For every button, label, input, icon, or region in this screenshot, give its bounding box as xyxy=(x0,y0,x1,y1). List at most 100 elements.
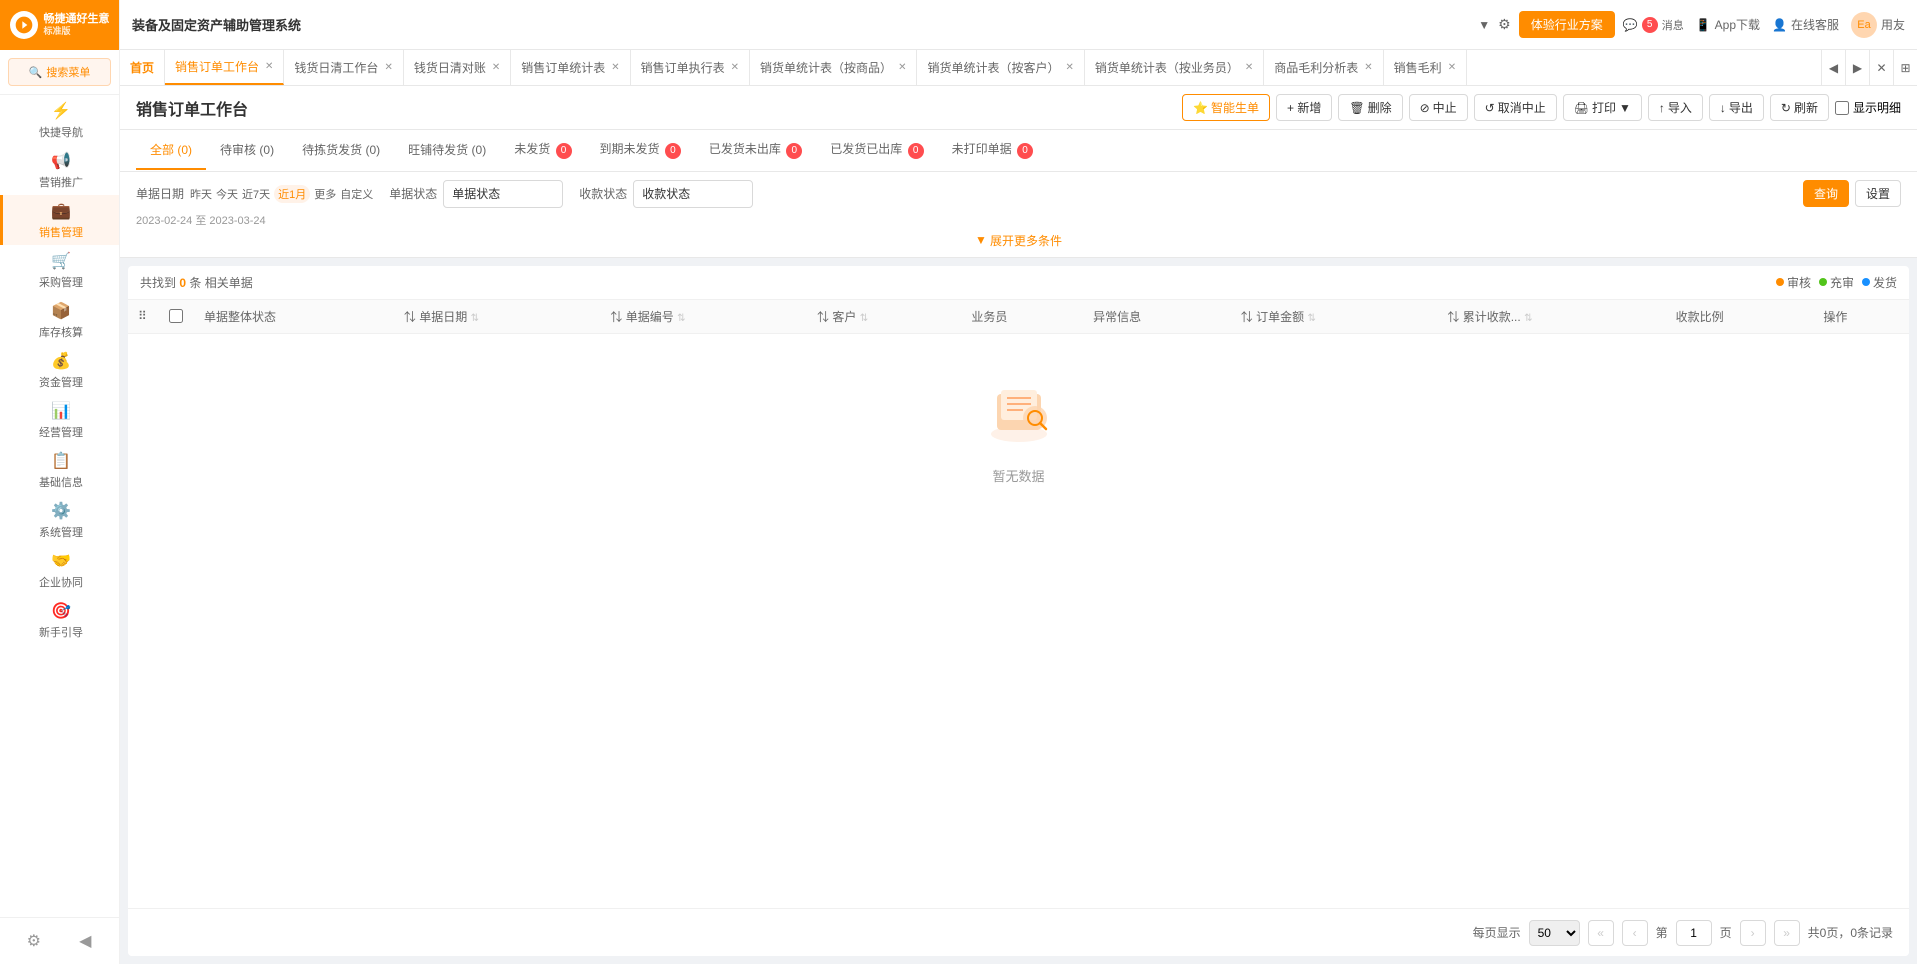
first-page-button[interactable]: « xyxy=(1588,920,1614,946)
sidebar-item-inventory[interactable]: 📦 库存核算 xyxy=(0,295,119,345)
search-menu-button[interactable]: 🔍 搜索菜单 xyxy=(8,58,111,86)
date-7days[interactable]: 近7天 xyxy=(242,186,270,202)
settings-button[interactable]: 设置 xyxy=(1855,180,1901,207)
subtab-pending-review[interactable]: 待审核 (0) xyxy=(206,131,288,170)
th-number[interactable]: ⇅ 单据编号 xyxy=(600,300,807,334)
review-action-button[interactable]: 审核 xyxy=(1776,274,1811,291)
tab-product-margin[interactable]: 商品毛利分析表 ✕ xyxy=(1264,50,1383,85)
message-button[interactable]: 💬 5 消息 xyxy=(1623,17,1684,33)
page-number-input[interactable] xyxy=(1676,920,1712,946)
tab-sales-exec[interactable]: 销售订单执行表 ✕ xyxy=(631,50,750,85)
th-customer[interactable]: ⇅ 客户 xyxy=(807,300,961,334)
sidebar-collapse-btn[interactable]: ◀ xyxy=(70,926,100,956)
tab-sales-summary-customer[interactable]: 销货单统计表（按客户） ✕ xyxy=(917,50,1084,85)
sidebar-item-finance[interactable]: 💰 资金管理 xyxy=(0,345,119,395)
user-avatar-button[interactable]: Ea 用友 xyxy=(1851,12,1905,38)
payment-select[interactable]: 收款状态 xyxy=(633,180,753,208)
date-yesterday[interactable]: 昨天 xyxy=(190,186,212,202)
tab-sales-summary-staff[interactable]: 销货单统计表（按业务员） ✕ xyxy=(1085,50,1264,85)
sidebar-item-system[interactable]: ⚙️ 系统管理 xyxy=(0,495,119,545)
select-all-checkbox[interactable] xyxy=(169,309,183,323)
system-title: 装备及固定资产辅助管理系统 xyxy=(132,15,1470,34)
subtab-not-shipped[interactable]: 未发货 0 xyxy=(500,130,585,171)
print-button[interactable]: 🖨 打印 ▼ xyxy=(1563,94,1642,121)
tab-scroll-right-button[interactable]: ▶ xyxy=(1845,50,1869,86)
page-size-select[interactable]: 20 50 100 200 xyxy=(1529,920,1580,946)
subtab-shipped-out[interactable]: 已发货已出库 0 xyxy=(816,130,937,171)
tab-close-icon[interactable]: ✕ xyxy=(492,62,500,73)
ship-action-button[interactable]: 发货 xyxy=(1862,274,1897,291)
tab-sales-workbench[interactable]: 销售订单工作台 ✕ xyxy=(165,50,284,85)
sidebar-item-marketing[interactable]: 📢 营销推广 xyxy=(0,145,119,195)
app-download-button[interactable]: 📱 App下载 xyxy=(1696,16,1760,33)
delete-button[interactable]: 🗑 删除 xyxy=(1338,94,1402,121)
tab-cash-reconcile[interactable]: 钱货日清对账 ✕ xyxy=(404,50,511,85)
query-button[interactable]: 查询 xyxy=(1803,180,1849,207)
un-review-action-button[interactable]: 充审 xyxy=(1819,274,1854,291)
tab-close-icon[interactable]: ✕ xyxy=(898,62,906,73)
tab-close-icon[interactable]: ✕ xyxy=(1448,62,1456,73)
sidebar-item-guide[interactable]: 🎯 新手引导 xyxy=(0,595,119,645)
industry-solution-button[interactable]: 体验行业方案 xyxy=(1519,11,1615,38)
subtab-pending-inspect[interactable]: 待拣货发货 (0) xyxy=(288,131,394,170)
tab-close-all-button[interactable]: ✕ xyxy=(1869,50,1893,86)
tab-close-icon[interactable]: ✕ xyxy=(1065,62,1073,73)
date-more[interactable]: 更多 xyxy=(314,186,336,202)
sidebar-search-area: 🔍 搜索菜单 xyxy=(0,50,119,95)
tab-home[interactable]: 首页 xyxy=(120,50,165,85)
tab-expand-button[interactable]: ⊞ xyxy=(1893,50,1917,86)
tab-close-icon[interactable]: ✕ xyxy=(611,62,619,73)
subtab-expired-not-shipped[interactable]: 到期未发货 0 xyxy=(586,130,695,171)
tab-sales-profit[interactable]: 销售毛利 ✕ xyxy=(1384,50,1467,85)
table-action-buttons: 审核 充审 发货 xyxy=(1776,274,1897,291)
sidebar-item-purchase[interactable]: 🛒 采购管理 xyxy=(0,245,119,295)
topbar-dropdown-icon[interactable]: ▼ xyxy=(1478,18,1490,32)
table-wrapper: ⠿ 单据整体状态 ⇅ xyxy=(128,300,1909,909)
tab-close-icon[interactable]: ✕ xyxy=(1245,62,1253,73)
online-service-button[interactable]: 👤 在线客服 xyxy=(1772,16,1839,33)
last-page-button[interactable]: » xyxy=(1774,920,1800,946)
th-date[interactable]: ⇅ 单据日期 xyxy=(394,300,601,334)
subtab-wangpu-pending[interactable]: 旺铺待发货 (0) xyxy=(394,131,500,170)
show-detail-input[interactable] xyxy=(1835,101,1849,115)
empty-text: 暂无数据 xyxy=(992,466,1044,485)
th-collected[interactable]: ⇅ 累计收款... xyxy=(1437,300,1665,334)
prev-page-button[interactable]: ‹ xyxy=(1622,920,1648,946)
tab-cash-daily[interactable]: 钱货日清工作台 ✕ xyxy=(284,50,403,85)
refresh-button[interactable]: ↻ 刷新 xyxy=(1770,94,1829,121)
date-custom[interactable]: 自定义 xyxy=(340,186,373,202)
tab-sales-stat[interactable]: 销售订单统计表 ✕ xyxy=(511,50,630,85)
expand-filter-button[interactable]: ▼ 展开更多条件 xyxy=(975,232,1062,249)
export-button[interactable]: ↓ 导出 xyxy=(1709,94,1764,121)
tab-close-icon[interactable]: ✕ xyxy=(1364,62,1372,73)
suspend-button[interactable]: ⊘ 中止 xyxy=(1409,94,1468,121)
expand-icon: ▼ xyxy=(975,233,987,247)
next-page-button[interactable]: › xyxy=(1740,920,1766,946)
sidebar-item-operations[interactable]: 📊 经营管理 xyxy=(0,395,119,445)
sidebar-settings-btn[interactable]: ⚙ xyxy=(19,926,49,956)
tab-scroll-left-button[interactable]: ◀ xyxy=(1821,50,1845,86)
subtab-all[interactable]: 全部 (0) xyxy=(136,131,206,170)
status-select[interactable]: 单据状态 xyxy=(443,180,563,208)
sidebar-item-basic[interactable]: 📋 基础信息 xyxy=(0,445,119,495)
subtab-not-printed[interactable]: 未打印单据 0 xyxy=(938,130,1047,171)
sidebar-item-sales[interactable]: 💼 销售管理 xyxy=(0,195,119,245)
tab-sales-summary-product[interactable]: 销货单统计表（按商品） ✕ xyxy=(750,50,917,85)
pagination: 每页显示 20 50 100 200 « ‹ 第 页 › » 共0页，0条记录 xyxy=(128,908,1909,956)
date-1month[interactable]: 近1月 xyxy=(274,185,310,203)
topbar-settings-icon[interactable]: ⚙ xyxy=(1498,16,1511,33)
tab-close-icon[interactable]: ✕ xyxy=(265,61,273,72)
th-amount[interactable]: ⇅ 订单金额 xyxy=(1231,300,1438,334)
subtab-shipped-not-out[interactable]: 已发货未出库 0 xyxy=(695,130,816,171)
date-today[interactable]: 今天 xyxy=(216,186,238,202)
add-button[interactable]: + 新增 xyxy=(1276,94,1332,121)
sidebar-item-quick-nav[interactable]: ⚡ 快捷导航 xyxy=(0,95,119,145)
tab-close-icon[interactable]: ✕ xyxy=(384,62,392,73)
import-button[interactable]: ↑ 导入 xyxy=(1648,94,1703,121)
smart-gen-button[interactable]: ⭐ 智能生单 xyxy=(1182,94,1270,121)
th-check[interactable] xyxy=(158,300,194,334)
sidebar-item-enterprise[interactable]: 🤝 企业协同 xyxy=(0,545,119,595)
cancel-suspend-button[interactable]: ↺ 取消中止 xyxy=(1474,94,1557,121)
show-detail-checkbox[interactable]: 显示明细 xyxy=(1835,99,1901,116)
tab-close-icon[interactable]: ✕ xyxy=(731,62,739,73)
